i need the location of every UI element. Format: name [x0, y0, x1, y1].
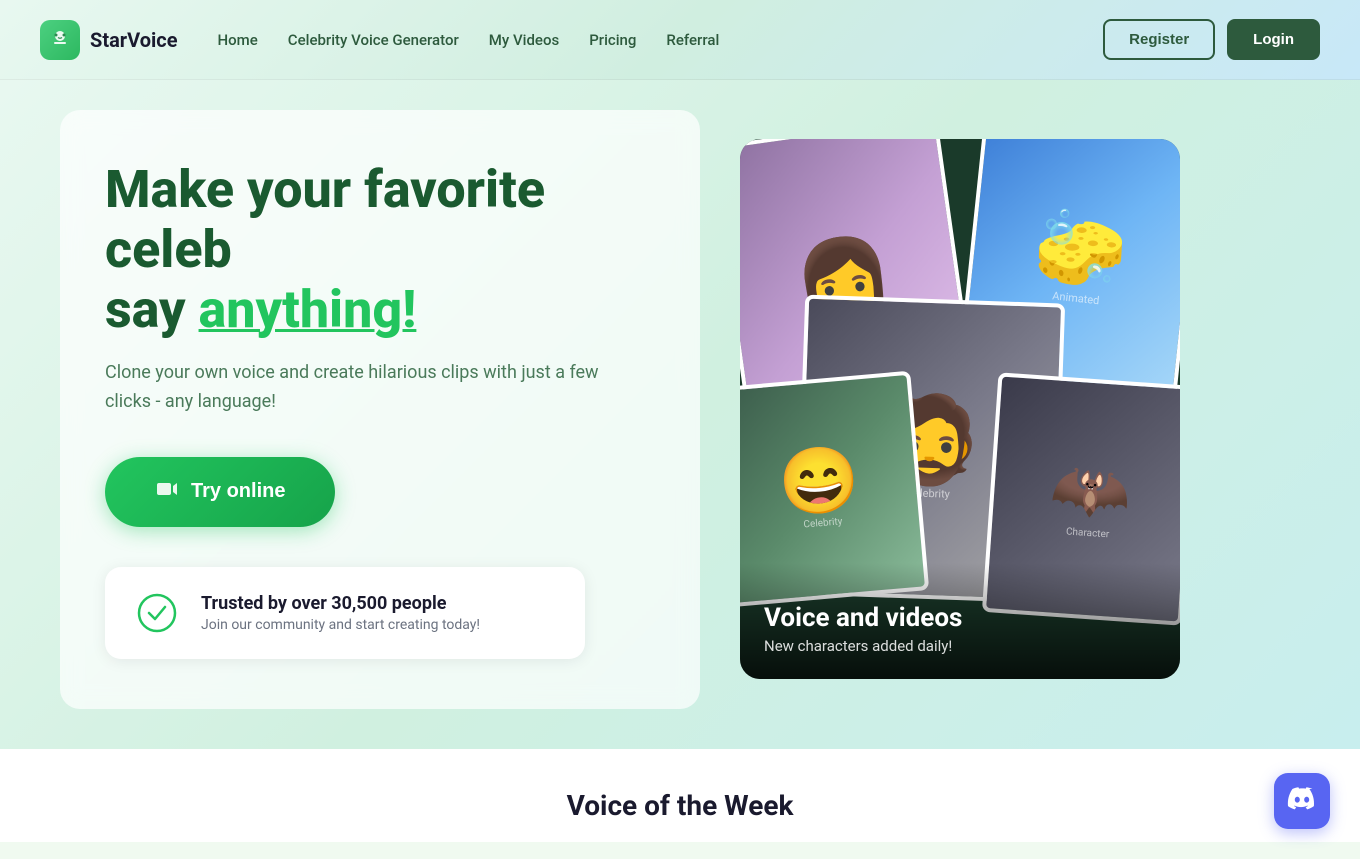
hero-left-card: Make your favorite celeb say anything! C…	[60, 110, 700, 709]
try-online-button[interactable]: Try online	[105, 457, 335, 527]
voice-week-title: Voice of the Week	[60, 789, 1300, 822]
logo-text: StarVoice	[90, 28, 178, 52]
nav-left: StarVoice Home Celebrity Voice Generator…	[40, 20, 719, 60]
login-button[interactable]: Login	[1227, 19, 1320, 60]
nav-celeb-voice[interactable]: Celebrity Voice Generator	[288, 31, 459, 49]
trust-primary: Trusted by over 30,500 people	[201, 593, 480, 614]
nav-my-videos[interactable]: My Videos	[489, 31, 559, 49]
collage-overlay: Voice and videos New characters added da…	[740, 563, 1180, 679]
collage-subtitle: New characters added daily!	[764, 637, 1156, 655]
hero-right-card: 👩 Celebrity 🧽 Animated 🧔 Celebrity	[740, 110, 1180, 709]
hero-title-connector: say	[105, 279, 199, 340]
play-icon	[155, 477, 179, 507]
collage-title: Voice and videos	[764, 603, 1156, 633]
voice-week-section: Voice of the Week	[0, 749, 1360, 842]
register-button[interactable]: Register	[1103, 19, 1215, 60]
nav-right: Register Login	[1103, 19, 1320, 60]
hero-title: Make your favorite celeb say anything!	[105, 160, 655, 339]
hero-section: Make your favorite celeb say anything! C…	[0, 80, 1360, 749]
hero-title-start: Make your favorite celeb	[105, 159, 545, 280]
hero-title-highlight: anything!	[199, 279, 417, 340]
navbar: StarVoice Home Celebrity Voice Generator…	[0, 0, 1360, 80]
nav-referral[interactable]: Referral	[666, 31, 719, 49]
discord-icon	[1287, 785, 1317, 818]
logo[interactable]: StarVoice	[40, 20, 178, 60]
nav-links: Home Celebrity Voice Generator My Videos…	[218, 30, 720, 49]
try-online-label: Try online	[191, 480, 285, 503]
discord-button[interactable]	[1274, 773, 1330, 829]
trust-text: Trusted by over 30,500 people Join our c…	[201, 593, 480, 633]
checkmark-icon	[133, 589, 181, 637]
nav-pricing[interactable]: Pricing	[589, 31, 636, 49]
collage-card: 👩 Celebrity 🧽 Animated 🧔 Celebrity	[740, 139, 1180, 679]
nav-home[interactable]: Home	[218, 31, 258, 49]
trust-secondary: Join our community and start creating to…	[201, 617, 480, 633]
hero-subtitle: Clone your own voice and create hilariou…	[105, 359, 605, 417]
trust-badge: Trusted by over 30,500 people Join our c…	[105, 567, 585, 659]
logo-icon	[40, 20, 80, 60]
